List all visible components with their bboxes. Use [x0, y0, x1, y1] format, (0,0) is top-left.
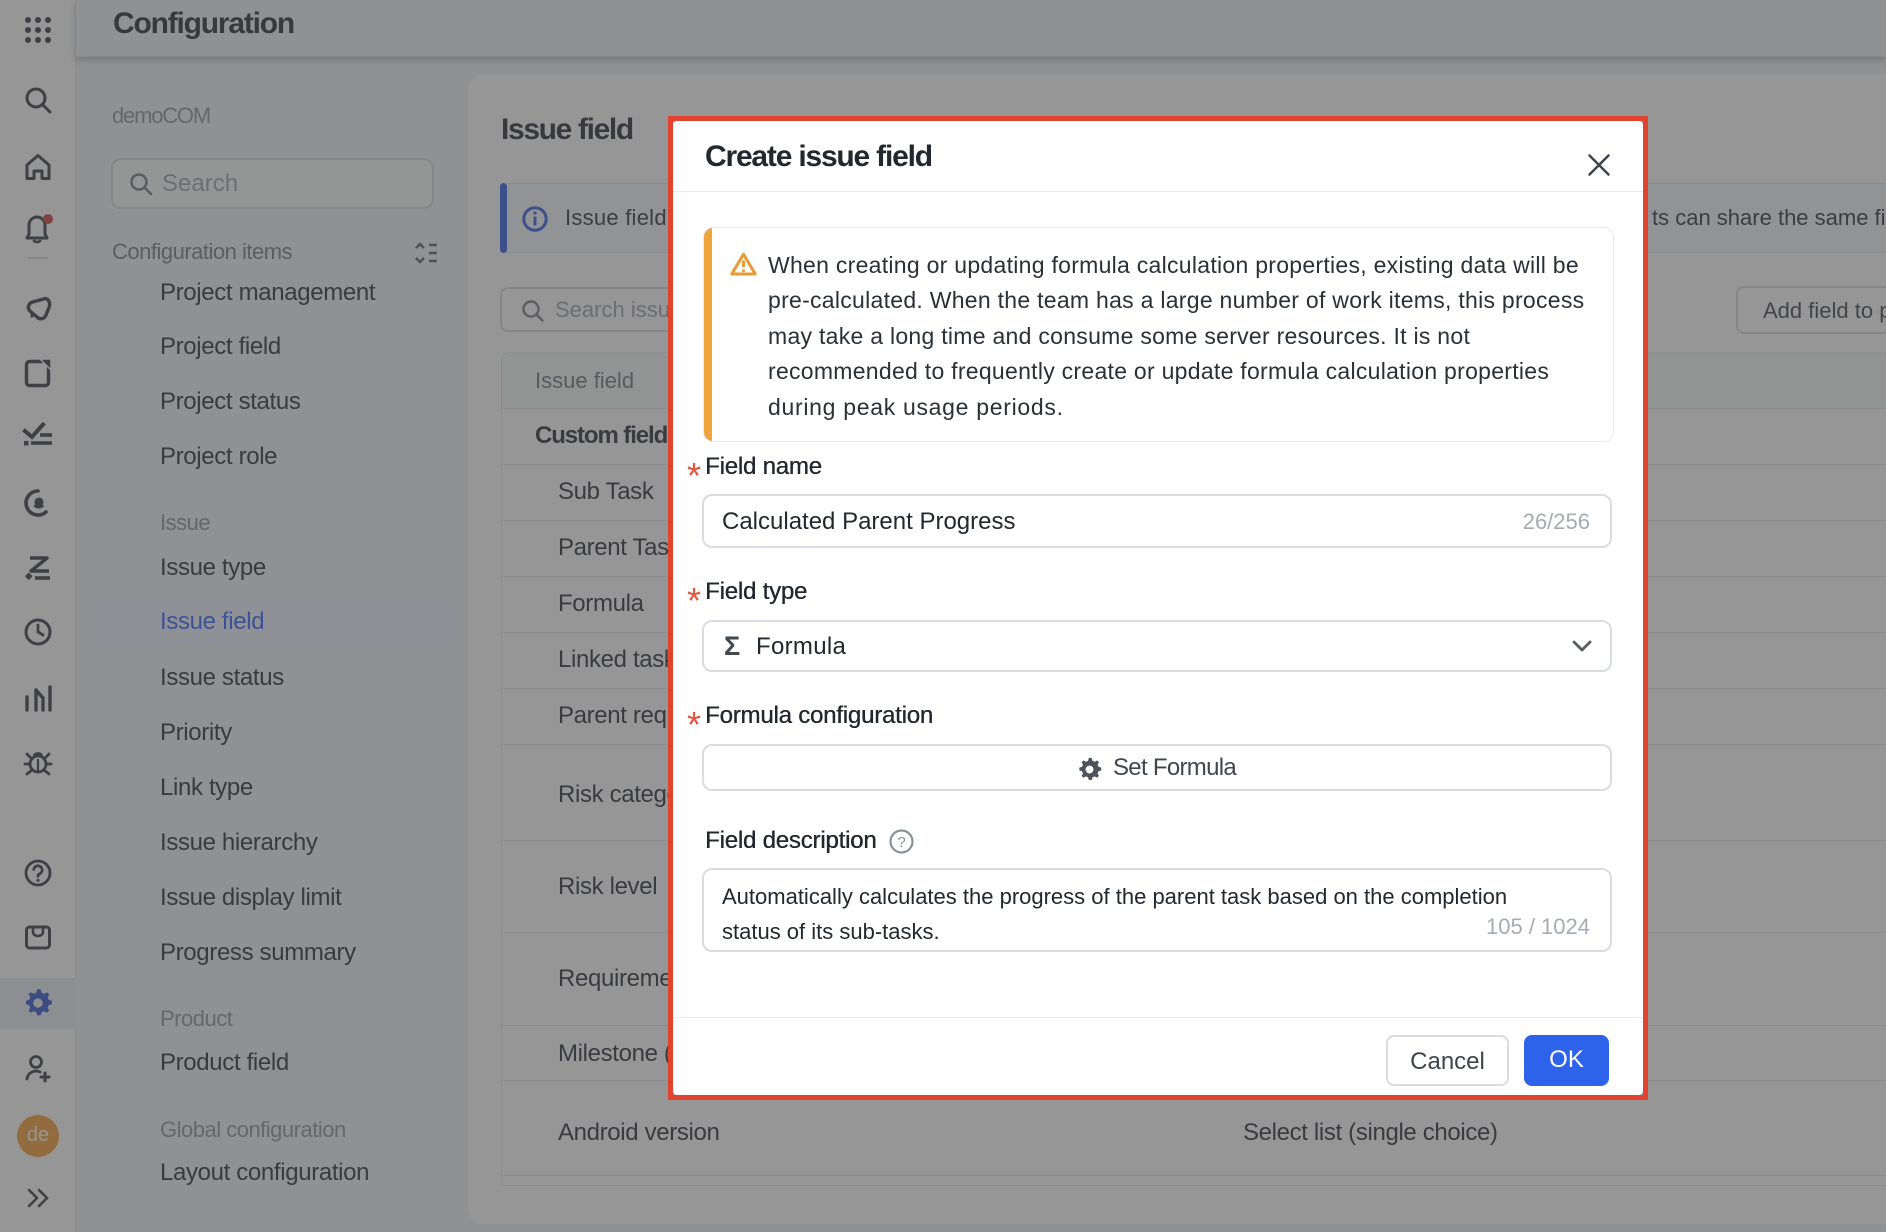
svg-text:?: ?	[897, 834, 905, 851]
